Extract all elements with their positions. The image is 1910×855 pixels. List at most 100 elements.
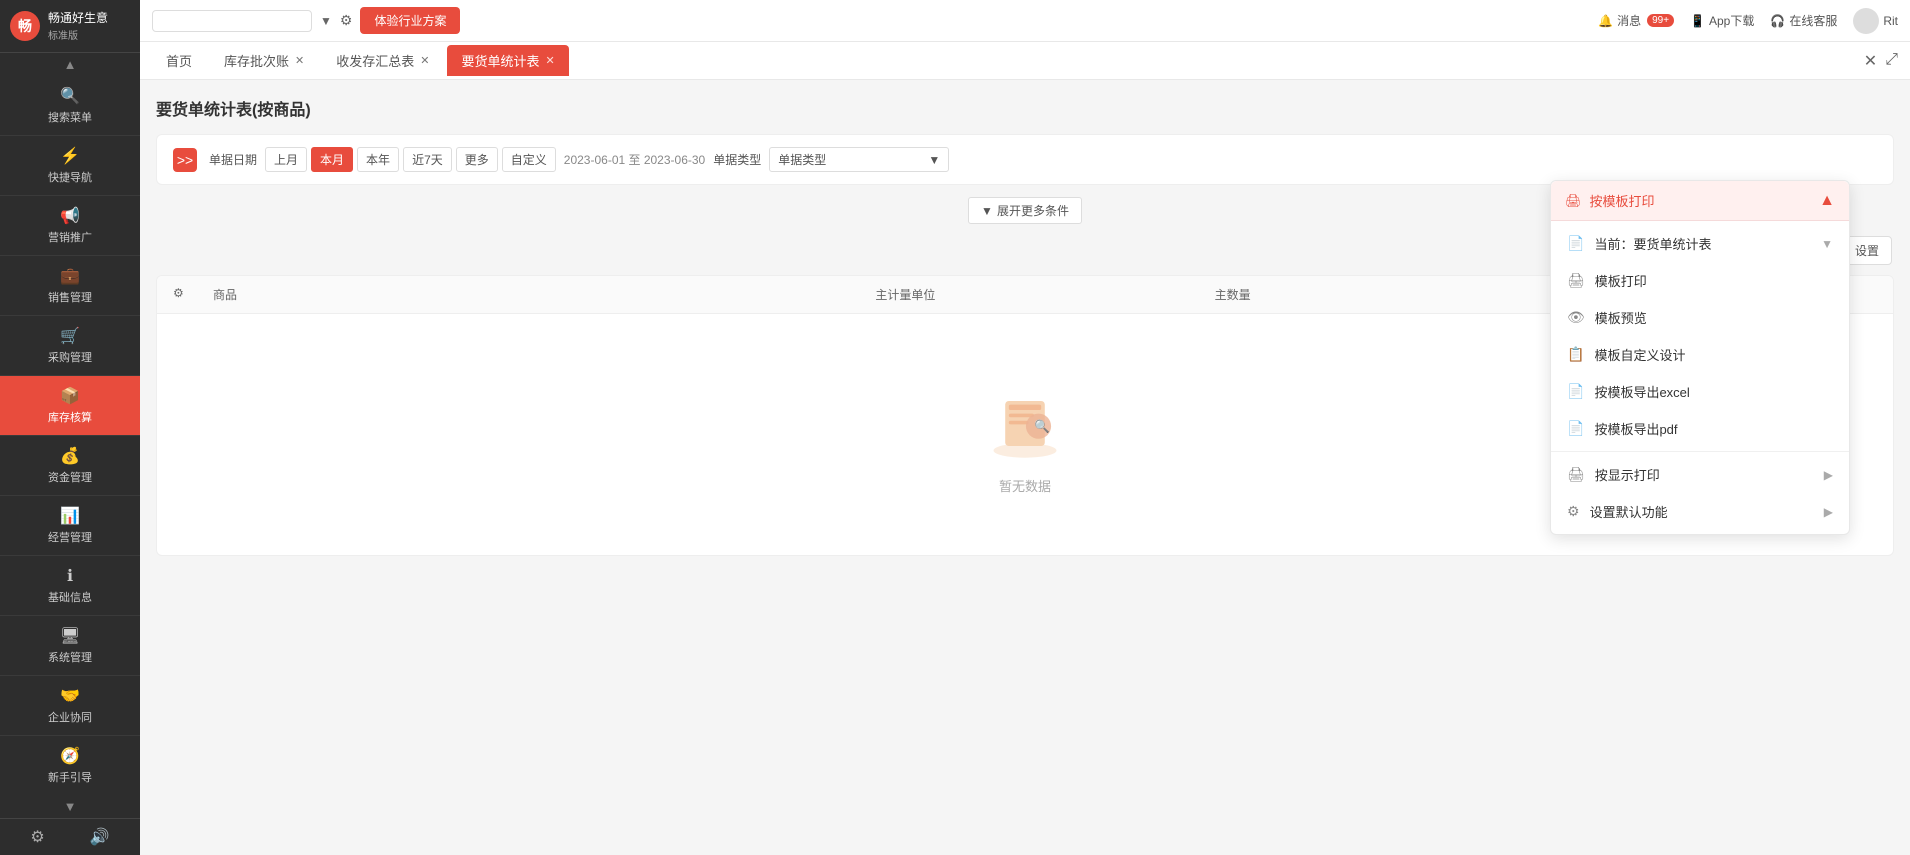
bell-icon: 🔔 <box>1598 14 1613 28</box>
tab-close-btn[interactable]: ✕ <box>295 54 304 67</box>
topbar-search-input[interactable] <box>152 10 312 32</box>
sidebar-item-新手引导[interactable]: 🧭 新手引导 <box>0 736 140 795</box>
app-download-label: App下载 <box>1709 12 1754 29</box>
user-avatar-btn[interactable]: Rit <box>1853 8 1898 34</box>
topbar-gear-icon[interactable]: ⚙ <box>340 12 353 29</box>
date-buttons: 上月本月本年近7天更多自定义 <box>265 147 556 172</box>
nav-label: 搜索菜单 <box>48 109 92 125</box>
gear-col-icon[interactable]: ⚙ <box>173 286 184 300</box>
sidebar-nav: 🔍 搜索菜单 ⚡ 快捷导航 📢 营销推广 💼 销售管理 🛒 采购管理 📦 库存核… <box>0 76 140 795</box>
sidebar-item-企业协同[interactable]: 🤝 企业协同 <box>0 676 140 736</box>
nav-icon: 📦 <box>60 386 80 406</box>
sidebar-item-资金管理[interactable]: 💰 资金管理 <box>0 436 140 496</box>
topbar: ▼ ⚙ 体验行业方案 🔔 消息 99+ 📱 App下载 🎧 在线客服 Rit <box>140 0 1910 42</box>
print-dropdown-close-btn[interactable]: ▲ <box>1819 192 1835 210</box>
topbar-right: 🔔 消息 99+ 📱 App下载 🎧 在线客服 Rit <box>1598 8 1898 34</box>
print-dropdown-header: 🖨 按模板打印 ▲ <box>1551 181 1849 221</box>
item-icon: 🖨 <box>1567 272 1585 289</box>
table-header-col-1: 商品 <box>205 276 867 313</box>
date-btn-近7天[interactable]: 近7天 <box>403 147 452 172</box>
sidebar-item-经营管理[interactable]: 📊 经营管理 <box>0 496 140 556</box>
tab-close-btn[interactable]: ✕ <box>420 54 429 67</box>
item-label: 设置默认功能 <box>1590 502 1668 521</box>
date-btn-自定义[interactable]: 自定义 <box>502 147 556 172</box>
empty-illustration: 🔍 <box>980 374 1070 464</box>
current-template-item[interactable]: 📄 当前：要货单统计表 ▼ <box>1551 225 1849 262</box>
date-btn-更多[interactable]: 更多 <box>456 147 498 172</box>
tab-首页[interactable]: 首页 <box>152 45 206 76</box>
nav-label: 资金管理 <box>48 469 92 485</box>
tab-label: 要货单统计表 <box>461 51 539 70</box>
nav-label: 基础信息 <box>48 589 92 605</box>
app-download-btn[interactable]: 📱 App下载 <box>1690 12 1754 29</box>
sidebar-item-采购管理[interactable]: 🛒 采购管理 <box>0 316 140 376</box>
sidebar-logo[interactable]: 畅 畅通好生意 标准版 <box>0 0 140 53</box>
sidebar-item-基础信息[interactable]: ℹ 基础信息 <box>0 556 140 616</box>
dropdown-item-设置默认功能[interactable]: ⚙ 设置默认功能 ▶ <box>1551 493 1849 530</box>
sidebar-item-系统管理[interactable]: 🖥 系统管理 <box>0 616 140 676</box>
avatar <box>1853 8 1879 34</box>
industry-btn[interactable]: 体验行业方案 <box>360 7 460 34</box>
online-service-btn[interactable]: 🎧 在线客服 <box>1770 12 1837 29</box>
dropdown-item-模板自定义设计[interactable]: 📋 模板自定义设计 <box>1551 336 1849 373</box>
item-icon: 🖨 <box>1567 466 1585 483</box>
topbar-dropdown-icon[interactable]: ▼ <box>320 14 332 28</box>
nav-icon: 📢 <box>60 206 80 226</box>
speaker-icon[interactable]: 🔊 <box>90 827 110 847</box>
dropdown-item-按模板导出excel[interactable]: 📄 按模板导出excel <box>1551 373 1849 410</box>
dropdown-item-模板预览[interactable]: 👁 模板预览 <box>1551 299 1849 336</box>
nav-icon: 📊 <box>60 506 80 526</box>
tab-close-btn[interactable]: ✕ <box>546 54 555 67</box>
item-label: 按模板导出excel <box>1594 382 1689 401</box>
nav-label: 营销推广 <box>48 229 92 245</box>
filter-expand-btn[interactable]: >> <box>173 148 197 172</box>
current-template-arrow: ▼ <box>1821 237 1833 251</box>
expand-more-btn[interactable]: ▼ 展开更多条件 <box>968 197 1082 224</box>
dropdown-item-按显示打印[interactable]: 🖨 按显示打印 ▶ <box>1551 456 1849 493</box>
sidebar-footer: ⚙ 🔊 <box>0 818 140 855</box>
date-btn-本月[interactable]: 本月 <box>311 147 353 172</box>
nav-label: 系统管理 <box>48 649 92 665</box>
username: Rit <box>1883 14 1898 28</box>
dropdown-item-模板打印[interactable]: 🖨 模板打印 <box>1551 262 1849 299</box>
table-header-col-2: 主计量单位 <box>867 276 1206 313</box>
tab-库存批次账[interactable]: 库存批次账✕ <box>210 45 318 76</box>
date-filter-label: 单据日期 <box>209 151 257 168</box>
nav-icon: 🤝 <box>60 686 80 706</box>
date-btn-上月[interactable]: 上月 <box>265 147 307 172</box>
date-btn-本年[interactable]: 本年 <box>357 147 399 172</box>
item-icon: 📄 <box>1567 420 1584 437</box>
sidebar-item-搜索菜单[interactable]: 🔍 搜索菜单 <box>0 76 140 136</box>
tab-收发存汇总表[interactable]: 收发存汇总表✕ <box>322 45 443 76</box>
item-left: ⚙ 设置默认功能 <box>1567 502 1668 521</box>
sidebar-item-销售管理[interactable]: 💼 销售管理 <box>0 256 140 316</box>
doc-icon: 📄 <box>1567 235 1584 252</box>
sidebar-item-快捷导航[interactable]: ⚡ 快捷导航 <box>0 136 140 196</box>
type-select[interactable]: 单据类型 ▼ <box>769 147 949 172</box>
nav-icon: 🔍 <box>60 86 80 106</box>
filter-row: 单据日期 上月本月本年近7天更多自定义 2023-06-01 至 2023-06… <box>209 147 1877 172</box>
item-icon: 📋 <box>1567 346 1584 363</box>
type-select-text: 单据类型 <box>778 151 826 168</box>
app-badge: 标准版 <box>48 27 108 42</box>
download-icon: 📱 <box>1690 14 1705 28</box>
item-arrow: ▶ <box>1824 505 1833 519</box>
nav-label: 库存核算 <box>48 409 92 425</box>
item-label: 模板打印 <box>1595 271 1647 290</box>
empty-text: 暂无数据 <box>999 476 1051 495</box>
type-filter-label: 单据类型 <box>713 151 761 168</box>
messages-btn[interactable]: 🔔 消息 99+ <box>1598 12 1674 29</box>
maximize-btn[interactable]: ⤢ <box>1885 51 1898 71</box>
nav-label: 采购管理 <box>48 349 92 365</box>
sidebar-item-库存核算[interactable]: 📦 库存核算 <box>0 376 140 436</box>
dropdown-item-按模板导出pdf[interactable]: 📄 按模板导出pdf <box>1551 410 1849 447</box>
table-header-col-0: ⚙ <box>165 276 205 313</box>
item-icon: ⚙ <box>1567 503 1580 520</box>
settings-icon[interactable]: ⚙ <box>30 827 44 847</box>
close-all-tabs-btn[interactable]: ✕ <box>1864 51 1877 71</box>
sidebar-scroll-up[interactable]: ▲ <box>0 53 140 76</box>
sidebar-item-营销推广[interactable]: 📢 营销推广 <box>0 196 140 256</box>
item-label: 按显示打印 <box>1595 465 1660 484</box>
sidebar-scroll-down[interactable]: ▼ <box>0 795 140 818</box>
tab-要货单统计表[interactable]: 要货单统计表 ✕ <box>447 45 568 76</box>
